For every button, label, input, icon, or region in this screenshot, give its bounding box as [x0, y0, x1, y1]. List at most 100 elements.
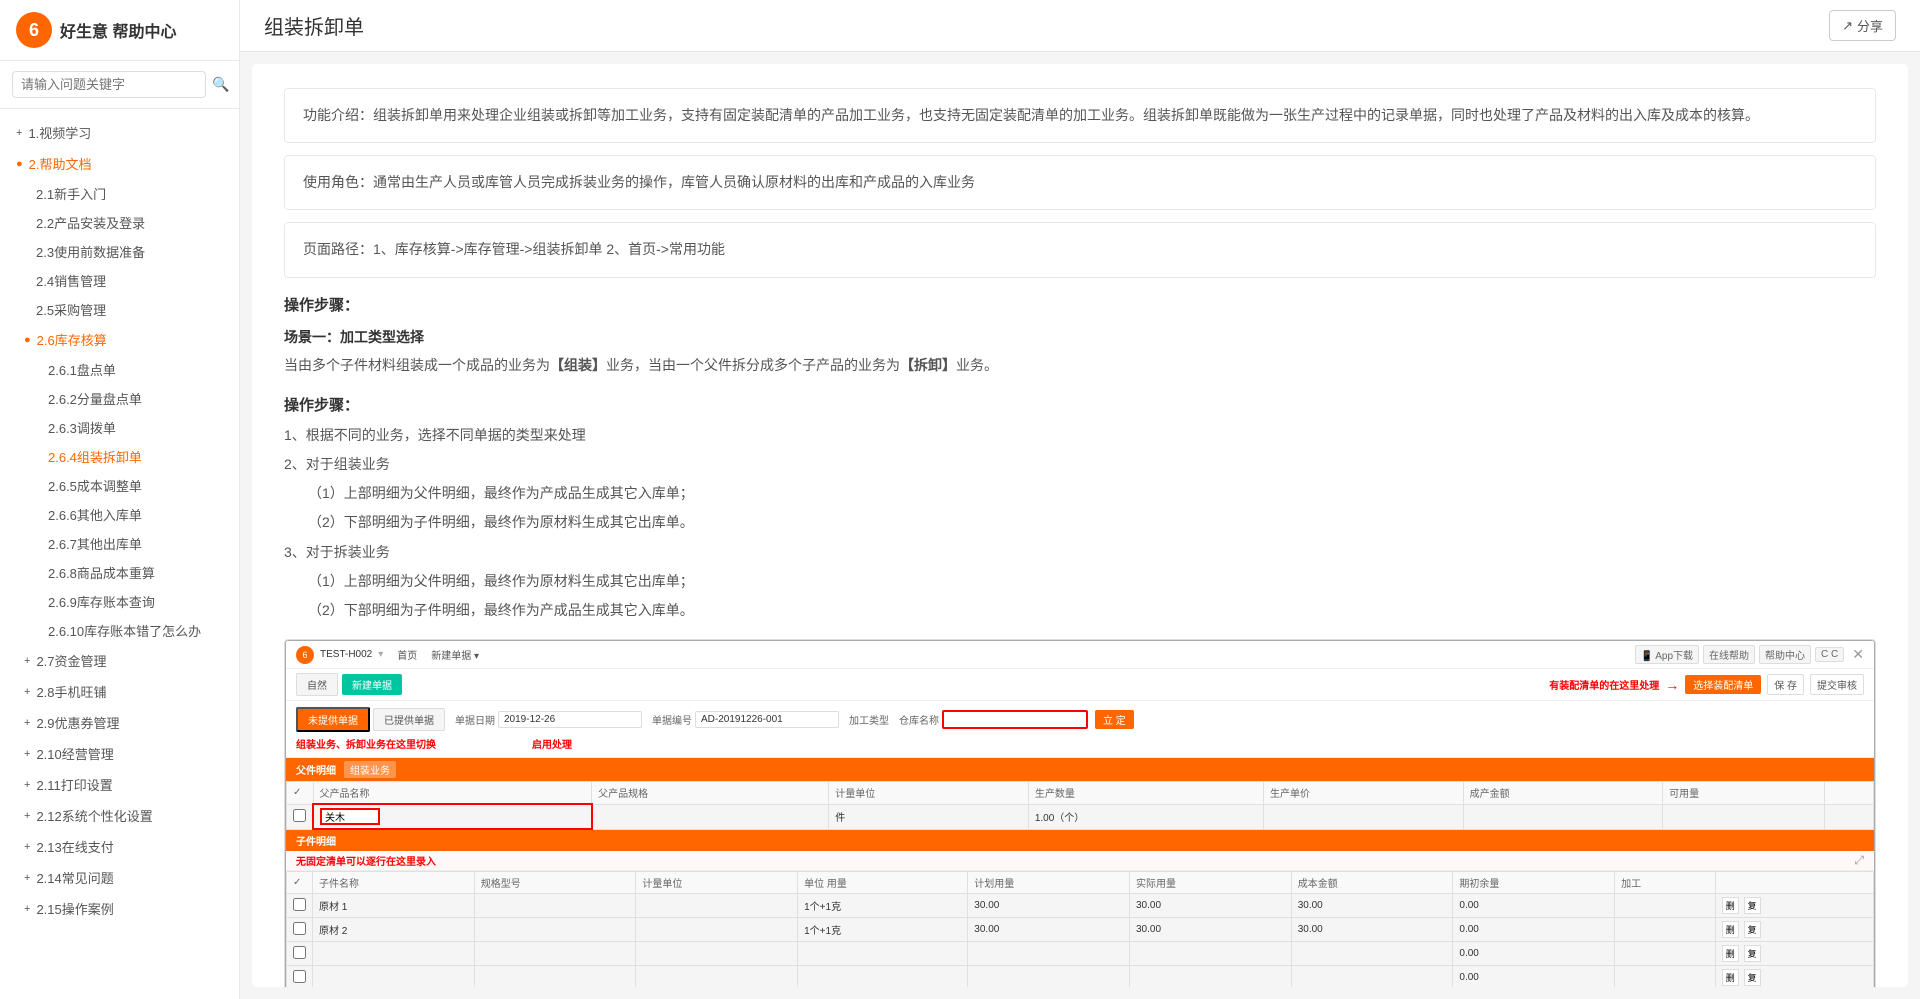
operations-title: 操作步骤： — [284, 294, 1876, 315]
lower-section-title: 子件明细 — [296, 833, 336, 848]
sidebar-item-stock[interactable]: ● 2.6库存核算 — [0, 324, 239, 355]
mock-clearance-btn[interactable]: 选择装配清单 — [1685, 675, 1761, 694]
lower-td-action-2: 删 复 — [1715, 918, 1873, 942]
copy-btn-1[interactable]: 复 — [1744, 897, 1761, 914]
sidebar-item-label: 2.6库存核算 — [37, 330, 107, 349]
intro-block: 功能介绍：组装拆卸单用来处理企业组装或拆卸等加工业务，支持有固定装配清单的产品加… — [284, 88, 1876, 143]
step2-sub2: （2）下部明细为子件明细，最终作为原材料生成其它出库单。 — [308, 510, 1876, 535]
plus-icon-faq: + — [24, 872, 30, 884]
sidebar-item-cases[interactable]: + 2.15操作案例 — [0, 893, 239, 924]
upper-td-unit: 件 — [829, 804, 1029, 829]
number-input[interactable] — [695, 711, 839, 728]
date-label: 单据日期 — [455, 712, 495, 727]
lower-td-usage-2: 1个+1克 — [798, 918, 968, 942]
sidebar-item-data[interactable]: 2.3使用前数据准备 — [0, 237, 239, 266]
mock-warehouse-confirm[interactable]: 立 定 — [1095, 710, 1134, 729]
sidebar-item-payment[interactable]: + 2.13在线支付 — [0, 831, 239, 862]
table-row: 0.00 删 复 — [287, 942, 1874, 966]
lower-td-remain-4: 0.00 — [1453, 966, 1615, 987]
copy-btn-2[interactable]: 复 — [1744, 921, 1761, 938]
mock-tab-provided[interactable]: 已提供单据 — [373, 708, 445, 731]
sidebar-item-2.6.3[interactable]: 2.6.3调拨单 — [0, 413, 239, 442]
del-btn-4[interactable]: 删 — [1722, 969, 1739, 986]
sidebar-item-docs[interactable]: ● 2.帮助文档 — [0, 148, 239, 179]
mock-close-icon: ✕ — [1852, 646, 1864, 663]
upper-th-unit: 计量单位 — [829, 782, 1029, 805]
ann-nofixed: 无固定清单可以逐行在这里录入 — [296, 853, 436, 868]
sidebar-item-2.6.7[interactable]: 2.6.7其他出库单 — [0, 529, 239, 558]
mock-form: 未提供单据 已提供单据 单据日期 单据编号 加工类型 — [286, 701, 1874, 758]
del-btn-1[interactable]: 删 — [1722, 897, 1739, 914]
search-button[interactable]: 🔍 — [212, 76, 229, 93]
sidebar-item-mobile[interactable]: + 2.8手机旺铺 — [0, 676, 239, 707]
warehouse-label: 仓库名称 — [899, 712, 939, 727]
share-icon: ↗ — [1842, 18, 1853, 34]
del-btn-3[interactable]: 删 — [1722, 945, 1739, 962]
sidebar-item-ops[interactable]: + 2.10经营管理 — [0, 738, 239, 769]
step1: 1、根据不同的业务，选择不同单据的类型来处理 — [284, 423, 1876, 448]
intro-text: 功能介绍：组装拆卸单用来处理企业组装或拆卸等加工业务，支持有固定装配清单的产品加… — [303, 107, 1759, 123]
lower-row1-checkbox[interactable] — [293, 898, 306, 911]
sidebar-item-2.6.2[interactable]: 2.6.2分量盘点单 — [0, 384, 239, 413]
sidebar-item-label: 2.10经营管理 — [36, 744, 113, 763]
upper-th-name: 父产品名称 — [313, 782, 592, 805]
expand-icon[interactable]: ⤢ — [1854, 853, 1864, 868]
lower-row3-checkbox[interactable] — [293, 946, 306, 959]
sidebar-item-2.6.9[interactable]: 2.6.9库存账本查询 — [0, 587, 239, 616]
lower-row2-checkbox[interactable] — [293, 922, 306, 935]
sidebar-item-faq[interactable]: + 2.14常见问题 — [0, 862, 239, 893]
lower-row4-checkbox[interactable] — [293, 970, 306, 983]
sidebar-item-install[interactable]: 2.2产品安装及登录 — [0, 208, 239, 237]
date-input[interactable] — [498, 711, 642, 728]
sidebar-item-purchase[interactable]: 2.5采购管理 — [0, 295, 239, 324]
lower-td-action-3: 删 复 — [1715, 942, 1873, 966]
lower-td-actual-3 — [1130, 942, 1292, 966]
field-tab-unprovided: 未提供单据 已提供单据 — [296, 707, 445, 732]
sidebar-item-2.6.10[interactable]: 2.6.10库存账本错了怎么办 — [0, 616, 239, 645]
mock-action-cc: C C — [1815, 647, 1844, 662]
scene1-title: 场景一：加工类型选择 — [284, 327, 1876, 347]
sidebar-item-2.6.1[interactable]: 2.6.1盘点单 — [0, 355, 239, 384]
page-title: 组装拆卸单 — [264, 11, 364, 40]
upper-td-action — [1825, 804, 1874, 829]
ann-enable: 启用处理 — [532, 736, 572, 751]
sidebar-item-print[interactable]: + 2.11打印设置 — [0, 769, 239, 800]
copy-btn-4[interactable]: 复 — [1744, 969, 1761, 986]
sidebar-item-finance[interactable]: + 2.7资金管理 — [0, 645, 239, 676]
mock-action-app: 📱 App下载 — [1635, 645, 1699, 664]
lower-th-action — [1715, 872, 1873, 894]
upper-th-check: ✓ — [287, 782, 314, 805]
search-box[interactable]: 🔍 — [0, 61, 239, 109]
share-button[interactable]: ↗ 分享 — [1829, 10, 1896, 41]
sidebar-item-2.6.4[interactable]: 2.6.4组装拆卸单 — [0, 442, 239, 471]
lower-td-plan-3 — [968, 942, 1130, 966]
sidebar-item-coupon[interactable]: + 2.9优惠券管理 — [0, 707, 239, 738]
sidebar-item-system[interactable]: + 2.12系统个性化设置 — [0, 800, 239, 831]
sidebar-item-2.6.6[interactable]: 2.6.6其他入库单 — [0, 500, 239, 529]
mock-submit-btn[interactable]: 提交审核 — [1810, 674, 1864, 695]
lower-td-remain-3: 0.00 — [1453, 942, 1615, 966]
sidebar-item-sales[interactable]: 2.4销售管理 — [0, 266, 239, 295]
search-input[interactable] — [12, 71, 206, 98]
mock-tab-natural[interactable]: 自然 — [296, 673, 338, 696]
sidebar-item-video[interactable]: + 1.视频学习 — [0, 117, 239, 148]
lower-td-usage-3 — [798, 942, 968, 966]
sidebar-item-2.6.8[interactable]: 2.6.8商品成本重算 — [0, 558, 239, 587]
del-btn-2[interactable]: 删 — [1722, 921, 1739, 938]
screenshot-container: 6 TEST-H002 ▾ 首页 新建单据 ▾ 📱 App下载 在线帮助 帮助中… — [284, 639, 1876, 987]
mock-tab-new[interactable]: 新建单据 — [342, 674, 402, 695]
upper-row-checkbox[interactable] — [293, 809, 306, 822]
mock-toolbar: 自然 新建单据 有装配清单的在这里处理 → 选择装配清单 保 存 提交审核 — [286, 669, 1874, 701]
sidebar-item-newbie[interactable]: 2.1新手入门 — [0, 179, 239, 208]
upper-name-input[interactable] — [320, 808, 380, 825]
sidebar-item-2.6.5[interactable]: 2.6.5成本调整单 — [0, 471, 239, 500]
warehouse-input[interactable] — [942, 710, 1088, 729]
lower-td-process-2 — [1615, 918, 1716, 942]
copy-btn-3[interactable]: 复 — [1744, 945, 1761, 962]
mock-save-btn[interactable]: 保 存 — [1767, 674, 1804, 695]
lower-td-unit-1 — [636, 894, 798, 918]
field-number: 单据编号 — [652, 711, 839, 728]
lower-td-remain-2: 0.00 — [1453, 918, 1615, 942]
upper-add-btn[interactable]: 组装业务 — [344, 761, 396, 778]
mock-tab-unprovided[interactable]: 未提供单据 — [296, 707, 370, 732]
